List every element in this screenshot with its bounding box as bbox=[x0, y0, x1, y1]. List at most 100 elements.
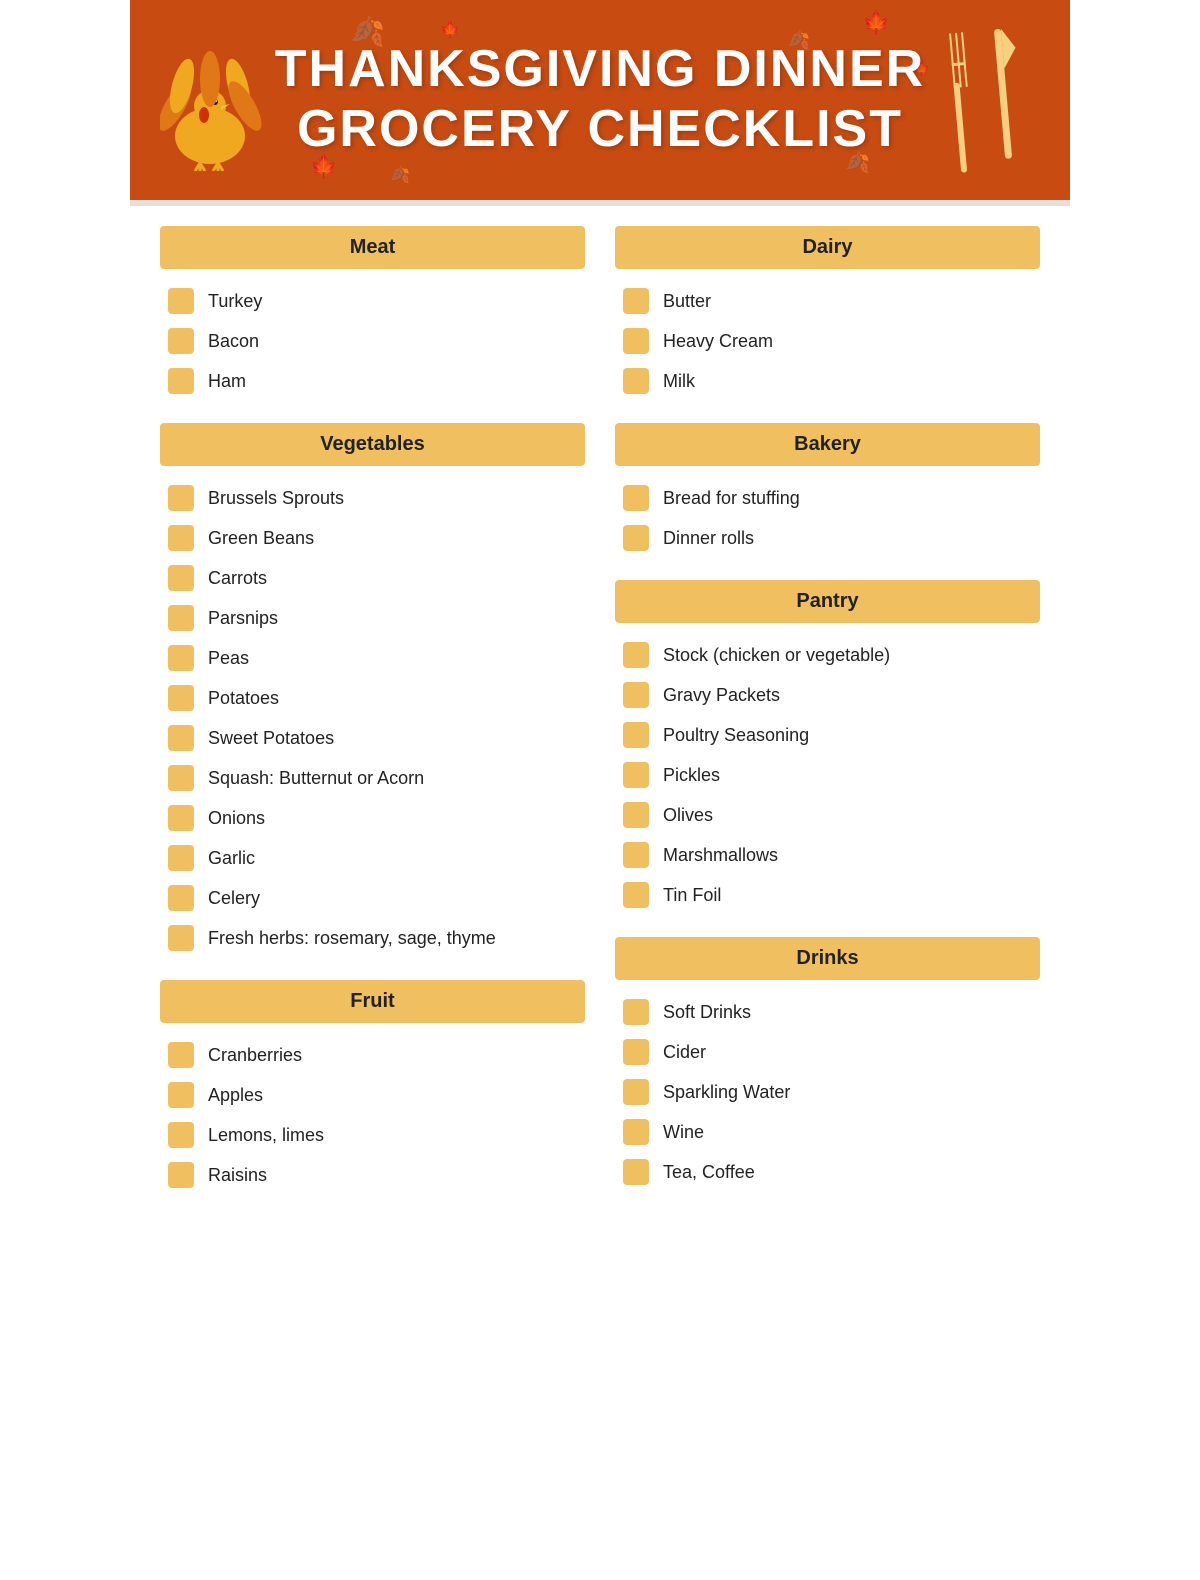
pantry-item-list: Stock (chicken or vegetable) Gravy Packe… bbox=[615, 635, 1040, 915]
list-item: Pickles bbox=[619, 755, 1036, 795]
checkbox-stock[interactable] bbox=[623, 642, 649, 668]
checkbox-celery[interactable] bbox=[168, 885, 194, 911]
item-label: Apples bbox=[208, 1085, 263, 1106]
right-column: Dairy Butter Heavy Cream Milk Bakery Bre… bbox=[615, 226, 1040, 1217]
checkbox-gravypackets[interactable] bbox=[623, 682, 649, 708]
item-label: Bacon bbox=[208, 331, 259, 352]
item-label: Fresh herbs: rosemary, sage, thyme bbox=[208, 928, 496, 949]
pantry-section-header: Pantry bbox=[615, 580, 1040, 623]
header-title-line1: THANKSGIVING DINNER bbox=[275, 40, 925, 98]
checkbox-olives[interactable] bbox=[623, 802, 649, 828]
checkbox-sweetpotatoes[interactable] bbox=[168, 725, 194, 751]
item-label: Soft Drinks bbox=[663, 1002, 751, 1023]
item-label: Wine bbox=[663, 1122, 704, 1143]
item-label: Sweet Potatoes bbox=[208, 728, 334, 749]
list-item: Milk bbox=[619, 361, 1036, 401]
list-item: Parsnips bbox=[164, 598, 581, 638]
checkbox-cranberries[interactable] bbox=[168, 1042, 194, 1068]
list-item: Stock (chicken or vegetable) bbox=[619, 635, 1036, 675]
checkbox-softdrinks[interactable] bbox=[623, 999, 649, 1025]
checkbox-wine[interactable] bbox=[623, 1119, 649, 1145]
header-title-line2: GROCERY CHECKLIST bbox=[297, 100, 903, 158]
item-label: Dinner rolls bbox=[663, 528, 754, 549]
fruit-item-list: Cranberries Apples Lemons, limes Raisins bbox=[160, 1035, 585, 1195]
list-item: Turkey bbox=[164, 281, 581, 321]
list-item: Bacon bbox=[164, 321, 581, 361]
drinks-item-list: Soft Drinks Cider Sparkling Water Wine T… bbox=[615, 992, 1040, 1192]
checkbox-onions[interactable] bbox=[168, 805, 194, 831]
list-item: Squash: Butternut or Acorn bbox=[164, 758, 581, 798]
item-label: Turkey bbox=[208, 291, 262, 312]
list-item: Garlic bbox=[164, 838, 581, 878]
list-item: Dinner rolls bbox=[619, 518, 1036, 558]
checkbox-dinnerrolls[interactable] bbox=[623, 525, 649, 551]
list-item: Green Beans bbox=[164, 518, 581, 558]
item-label: Poultry Seasoning bbox=[663, 725, 809, 746]
list-item: Celery bbox=[164, 878, 581, 918]
leaf-decoration-2: 🍁 bbox=[863, 10, 890, 36]
item-label: Lemons, limes bbox=[208, 1125, 324, 1146]
list-item: Tin Foil bbox=[619, 875, 1036, 915]
list-item: Heavy Cream bbox=[619, 321, 1036, 361]
list-item: Wine bbox=[619, 1112, 1036, 1152]
item-label: Garlic bbox=[208, 848, 255, 869]
checkbox-ham[interactable] bbox=[168, 368, 194, 394]
meat-section: Meat Turkey Bacon Ham bbox=[160, 226, 585, 401]
checkbox-greenbeans[interactable] bbox=[168, 525, 194, 551]
checkbox-herbs[interactable] bbox=[168, 925, 194, 951]
checkbox-apples[interactable] bbox=[168, 1082, 194, 1108]
list-item: Bread for stuffing bbox=[619, 478, 1036, 518]
meat-section-header: Meat bbox=[160, 226, 585, 269]
checkbox-lemons[interactable] bbox=[168, 1122, 194, 1148]
checkbox-potatoes[interactable] bbox=[168, 685, 194, 711]
item-label: Bread for stuffing bbox=[663, 488, 800, 509]
checkbox-tinfoil[interactable] bbox=[623, 882, 649, 908]
list-item: Brussels Sprouts bbox=[164, 478, 581, 518]
checkbox-milk[interactable] bbox=[623, 368, 649, 394]
checkbox-sparklingwater[interactable] bbox=[623, 1079, 649, 1105]
bakery-item-list: Bread for stuffing Dinner rolls bbox=[615, 478, 1040, 558]
item-label: Milk bbox=[663, 371, 695, 392]
item-label: Squash: Butternut or Acorn bbox=[208, 768, 424, 789]
list-item: Fresh herbs: rosemary, sage, thyme bbox=[164, 918, 581, 958]
leaf-decoration-6: 🍁 bbox=[440, 20, 460, 40]
checkbox-peas[interactable] bbox=[168, 645, 194, 671]
list-item: Gravy Packets bbox=[619, 675, 1036, 715]
list-item: Cider bbox=[619, 1032, 1036, 1072]
utensils-decoration bbox=[943, 17, 1037, 183]
checkbox-heavycream[interactable] bbox=[623, 328, 649, 354]
checkbox-garlic[interactable] bbox=[168, 845, 194, 871]
list-item: Poultry Seasoning bbox=[619, 715, 1036, 755]
item-label: Green Beans bbox=[208, 528, 314, 549]
item-label: Heavy Cream bbox=[663, 331, 773, 352]
item-label: Potatoes bbox=[208, 688, 279, 709]
header-title: THANKSGIVING DINNER GROCERY CHECKLIST bbox=[275, 40, 925, 160]
item-label: Tea, Coffee bbox=[663, 1162, 755, 1183]
checkbox-brussels[interactable] bbox=[168, 485, 194, 511]
drinks-section: Drinks Soft Drinks Cider Sparkling Water… bbox=[615, 937, 1040, 1192]
checkbox-butter[interactable] bbox=[623, 288, 649, 314]
checkbox-raisins[interactable] bbox=[168, 1162, 194, 1188]
item-label: Parsnips bbox=[208, 608, 278, 629]
checkbox-breadstuffing[interactable] bbox=[623, 485, 649, 511]
checkbox-parsnips[interactable] bbox=[168, 605, 194, 631]
checkbox-marshmallows[interactable] bbox=[623, 842, 649, 868]
dairy-item-list: Butter Heavy Cream Milk bbox=[615, 281, 1040, 401]
checkbox-squash[interactable] bbox=[168, 765, 194, 791]
checkbox-pickles[interactable] bbox=[623, 762, 649, 788]
checkbox-carrots[interactable] bbox=[168, 565, 194, 591]
item-label: Marshmallows bbox=[663, 845, 778, 866]
left-column: Meat Turkey Bacon Ham bbox=[160, 226, 585, 1217]
checkbox-teacoffee[interactable] bbox=[623, 1159, 649, 1185]
item-label: Pickles bbox=[663, 765, 720, 786]
checkbox-poultryseasoning[interactable] bbox=[623, 722, 649, 748]
checkbox-turkey[interactable] bbox=[168, 288, 194, 314]
list-item: Cranberries bbox=[164, 1035, 581, 1075]
checkbox-cider[interactable] bbox=[623, 1039, 649, 1065]
turkey-icon bbox=[160, 51, 270, 190]
checkbox-bacon[interactable] bbox=[168, 328, 194, 354]
main-content: Meat Turkey Bacon Ham bbox=[130, 206, 1070, 1237]
list-item: Butter bbox=[619, 281, 1036, 321]
item-label: Cranberries bbox=[208, 1045, 302, 1066]
item-label: Tin Foil bbox=[663, 885, 721, 906]
